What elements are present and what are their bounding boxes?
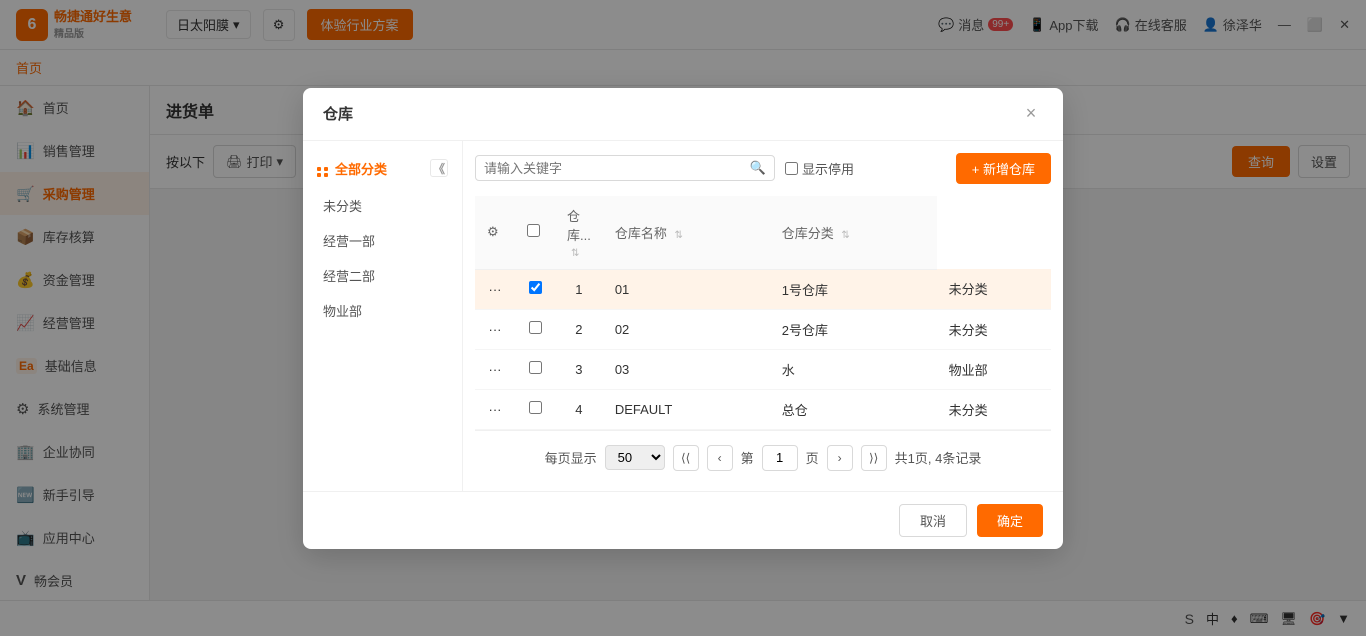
modal-body: 全部分类 《 未分类 经营一部 经营二部 物业部 🔍 bbox=[303, 141, 1063, 491]
table-row[interactable]: ··· 3 03 水 物业部 bbox=[475, 349, 1051, 389]
row-checkbox[interactable] bbox=[515, 309, 555, 349]
page-unit: 页 bbox=[806, 448, 819, 467]
cancel-btn[interactable]: 取消 bbox=[899, 504, 967, 537]
row-num: 2 bbox=[555, 309, 603, 349]
pagination: 每页显示 50 100 200 ⟨⟨ ‹ 第 页 › ⟩⟩ 共1页, 4条记录 bbox=[475, 430, 1051, 479]
col-code: 仓库... ⇅ bbox=[555, 196, 603, 270]
row-select-checkbox[interactable] bbox=[529, 361, 542, 374]
col-gear: ⚙ bbox=[475, 196, 515, 270]
page-input[interactable] bbox=[762, 445, 798, 471]
modal-title: 仓库 bbox=[323, 103, 353, 124]
page-label: 第 bbox=[741, 448, 754, 467]
page-last-btn[interactable]: ⟩⟩ bbox=[861, 445, 887, 471]
confirm-btn[interactable]: 确定 bbox=[977, 504, 1043, 537]
row-name: 1号仓库 bbox=[770, 269, 937, 309]
row-gear[interactable]: ··· bbox=[475, 349, 515, 389]
search-wrap: 🔍 bbox=[475, 155, 775, 181]
row-checkbox[interactable] bbox=[515, 389, 555, 429]
row-category: 未分类 bbox=[937, 269, 1051, 309]
sort-name-icon[interactable]: ⇅ bbox=[674, 230, 682, 241]
category-item-ops2[interactable]: 经营二部 bbox=[303, 258, 462, 293]
show-disabled-checkbox[interactable] bbox=[785, 162, 798, 175]
row-category: 未分类 bbox=[937, 389, 1051, 429]
row-gear[interactable]: ··· bbox=[475, 309, 515, 349]
select-all-checkbox[interactable] bbox=[527, 224, 540, 237]
row-category: 物业部 bbox=[937, 349, 1051, 389]
show-disabled-text: 显示停用 bbox=[802, 159, 854, 178]
modal-header: 仓库 × bbox=[303, 88, 1063, 141]
search-icon: 🔍 bbox=[750, 160, 766, 176]
per-page-select[interactable]: 50 100 200 bbox=[605, 445, 665, 470]
search-input[interactable] bbox=[484, 161, 750, 176]
row-num: 1 bbox=[555, 269, 603, 309]
modal-main: 🔍 显示停用 + 新增仓库 ⚙ bbox=[463, 141, 1063, 491]
row-category: 未分类 bbox=[937, 309, 1051, 349]
category-header-label: 全部分类 bbox=[335, 159, 387, 178]
grid-icon bbox=[317, 159, 329, 177]
row-select-checkbox[interactable] bbox=[529, 401, 542, 414]
row-code: DEFAULT bbox=[603, 389, 770, 429]
row-num: 3 bbox=[555, 349, 603, 389]
page-next-btn[interactable]: › bbox=[827, 445, 853, 471]
modal-overlay: 仓库 × 全部分类 《 bbox=[0, 0, 1366, 636]
sort-category-icon[interactable]: ⇅ bbox=[841, 230, 849, 241]
table-row[interactable]: ··· 4 DEFAULT 总仓 未分类 bbox=[475, 389, 1051, 429]
collapse-btn[interactable]: 《 bbox=[430, 159, 448, 177]
table-container: ⚙ 仓库... ⇅ 仓库名称 ⇅ bbox=[475, 196, 1051, 430]
row-checkbox[interactable] bbox=[515, 269, 555, 309]
row-name: 2号仓库 bbox=[770, 309, 937, 349]
row-code: 01 bbox=[603, 269, 770, 309]
row-name: 总仓 bbox=[770, 389, 937, 429]
row-gear[interactable]: ··· bbox=[475, 389, 515, 429]
row-gear[interactable]: ··· bbox=[475, 269, 515, 309]
modal-footer: 取消 确定 bbox=[303, 491, 1063, 549]
row-checkbox[interactable] bbox=[515, 349, 555, 389]
row-code: 02 bbox=[603, 309, 770, 349]
col-category: 仓库分类 ⇅ bbox=[770, 196, 937, 270]
sort-code-icon[interactable]: ⇅ bbox=[571, 248, 579, 259]
show-disabled-label[interactable]: 显示停用 bbox=[785, 159, 854, 178]
table-row[interactable]: ··· 1 01 1号仓库 未分类 bbox=[475, 269, 1051, 309]
category-item-ops1[interactable]: 经营一部 bbox=[303, 223, 462, 258]
add-warehouse-btn[interactable]: + 新增仓库 bbox=[956, 153, 1051, 184]
category-header: 全部分类 《 bbox=[303, 153, 462, 188]
warehouse-modal: 仓库 × 全部分类 《 bbox=[303, 88, 1063, 549]
row-select-checkbox[interactable] bbox=[529, 281, 542, 294]
row-name: 水 bbox=[770, 349, 937, 389]
modal-category-sidebar: 全部分类 《 未分类 经营一部 经营二部 物业部 bbox=[303, 141, 463, 491]
page-prev-btn[interactable]: ‹ bbox=[707, 445, 733, 471]
col-name: 仓库名称 ⇅ bbox=[603, 196, 770, 270]
page-first-btn[interactable]: ⟨⟨ bbox=[673, 445, 699, 471]
category-item-property[interactable]: 物业部 bbox=[303, 293, 462, 328]
category-item-unclassified[interactable]: 未分类 bbox=[303, 188, 462, 223]
total-info: 共1页, 4条记录 bbox=[895, 448, 982, 467]
row-code: 03 bbox=[603, 349, 770, 389]
col-checkbox bbox=[515, 196, 555, 270]
modal-toolbar: 🔍 显示停用 + 新增仓库 bbox=[475, 153, 1051, 184]
row-num: 4 bbox=[555, 389, 603, 429]
modal-close-btn[interactable]: × bbox=[1019, 102, 1043, 126]
per-page-label: 每页显示 bbox=[545, 448, 597, 467]
row-select-checkbox[interactable] bbox=[529, 321, 542, 334]
warehouse-table: ⚙ 仓库... ⇅ 仓库名称 ⇅ bbox=[475, 196, 1051, 430]
table-row[interactable]: ··· 2 02 2号仓库 未分类 bbox=[475, 309, 1051, 349]
